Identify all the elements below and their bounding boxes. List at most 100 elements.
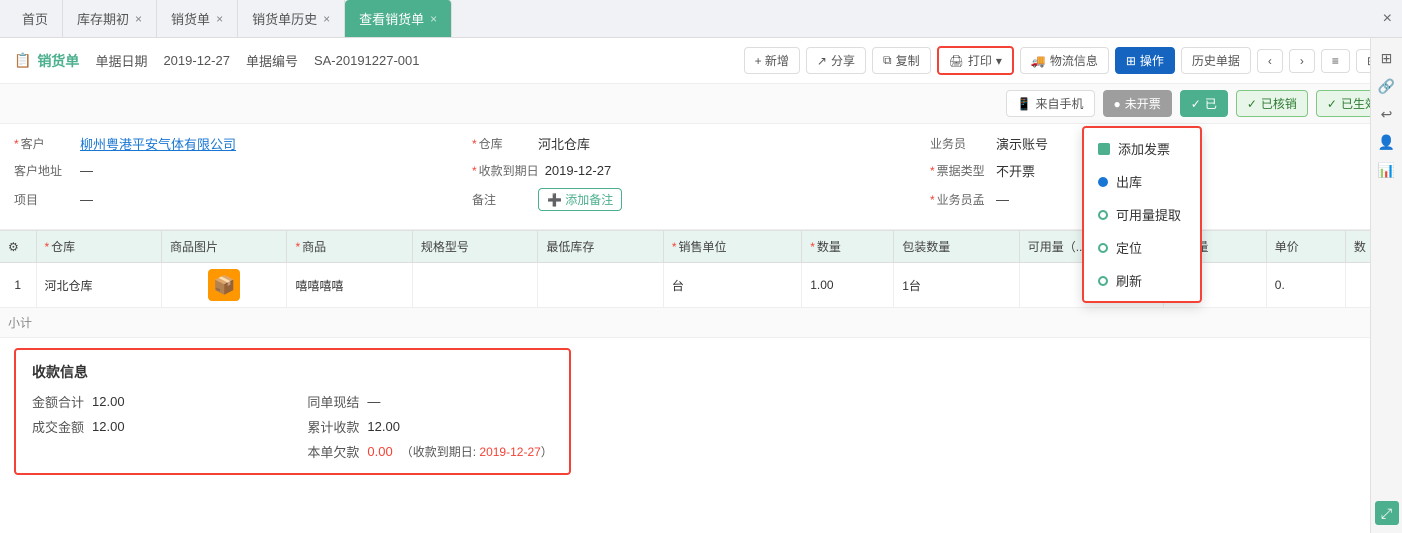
side-btn-4[interactable]: 👤 bbox=[1375, 130, 1399, 154]
ticket-icon: ● bbox=[1114, 97, 1121, 111]
tab-sales-history[interactable]: 销货单历史 × bbox=[238, 0, 345, 37]
tab-inventory-close[interactable]: × bbox=[135, 12, 142, 26]
locate-icon bbox=[1098, 243, 1108, 253]
td-qty: 1.00 bbox=[802, 263, 894, 308]
td-unit-price: 0. bbox=[1266, 263, 1345, 308]
same-order-value: — bbox=[367, 394, 380, 409]
window-close-button[interactable]: × bbox=[1383, 10, 1392, 28]
refresh-label: 刷新 bbox=[1116, 271, 1142, 290]
dropdown-available-qty[interactable]: 可用量提取 bbox=[1084, 198, 1200, 231]
view-grid-button[interactable]: ≡ bbox=[1321, 49, 1350, 73]
tab-sales-close[interactable]: × bbox=[216, 12, 223, 26]
address-value: — bbox=[80, 163, 93, 178]
project-label: 项目 bbox=[14, 191, 74, 208]
td-seq: 1 bbox=[0, 263, 36, 308]
doc-meta: 单据日期 2019-12-27 单据编号 SA-20191227-001 bbox=[95, 51, 419, 70]
tab-view-sales[interactable]: 查看销货单 × bbox=[345, 0, 452, 37]
locate-label: 定位 bbox=[1116, 238, 1142, 257]
tab-sales[interactable]: 销货单 × bbox=[157, 0, 238, 37]
customer-value[interactable]: 柳州粤港平安气体有限公司 bbox=[80, 134, 236, 153]
tab-sales-history-close[interactable]: × bbox=[323, 12, 330, 26]
dropdown-add-invoice[interactable]: 添加发票 bbox=[1084, 132, 1200, 165]
due-field: 本单欠款 0.00 （收款到期日: 2019-12-27） bbox=[307, 442, 552, 461]
payment-fields: 金额合计 12.00 同单现结 — 成交金额 12.00 累计收款 12.00 bbox=[32, 392, 553, 461]
ops-button[interactable]: ⊞ 操作 bbox=[1115, 47, 1175, 74]
th-settings[interactable]: ⚙ bbox=[0, 231, 36, 263]
mobile-icon: 📱 bbox=[1017, 97, 1032, 111]
copy-button[interactable]: ⧉ 复制 bbox=[872, 47, 931, 74]
new-button[interactable]: + 新增 bbox=[744, 47, 800, 74]
dropdown-outbound[interactable]: 出库 bbox=[1084, 165, 1200, 198]
address-field: 客户地址 — bbox=[14, 162, 472, 179]
tab-home[interactable]: 首页 bbox=[8, 0, 63, 37]
th-min-stock: 最低库存 bbox=[538, 231, 663, 263]
due-value: 0.00 bbox=[367, 444, 392, 459]
copy-icon: ⧉ bbox=[883, 53, 892, 68]
side-btn-1[interactable]: ⊞ bbox=[1375, 46, 1399, 70]
due-date-label: 收款到期日 bbox=[472, 162, 539, 179]
td-product: 嘻嘻嘻嘻 bbox=[287, 263, 412, 308]
cumulative-value: 12.00 bbox=[367, 419, 400, 434]
th-product: 商品 bbox=[287, 231, 412, 263]
logistics-button[interactable]: 🚚 物流信息 bbox=[1020, 47, 1109, 74]
td-pack-qty: 1台 bbox=[894, 263, 1019, 308]
print-dropdown-icon: ▾ bbox=[996, 54, 1002, 68]
from-mobile-button[interactable]: 📱 来自手机 bbox=[1006, 90, 1095, 117]
customer-label: 客户 bbox=[14, 135, 74, 152]
staff2-value: — bbox=[996, 192, 1009, 207]
check-icon: ✓ bbox=[1191, 97, 1201, 111]
no-label: 单据编号 bbox=[246, 51, 298, 70]
confirm-button[interactable]: ✓ 已 bbox=[1180, 90, 1228, 117]
side-panel: ⊞ 🔗 ↩ 👤 📊 ⤢ bbox=[1370, 38, 1402, 533]
add-note-button[interactable]: ➕ 添加备注 bbox=[538, 188, 622, 211]
td-image: 📦 bbox=[161, 263, 286, 308]
staff2-label: 业务员孟 bbox=[930, 191, 990, 208]
tab-view-sales-close[interactable]: × bbox=[430, 12, 437, 26]
td-warehouse: 河北仓库 bbox=[36, 263, 161, 308]
share-icon: ↗ bbox=[817, 54, 827, 68]
address-label: 客户地址 bbox=[14, 162, 74, 179]
cumulative-field: 累计收款 12.00 bbox=[307, 417, 552, 436]
side-btn-5[interactable]: 📊 bbox=[1375, 158, 1399, 182]
total-amount-value: 12.00 bbox=[92, 394, 125, 409]
side-btn-2[interactable]: 🔗 bbox=[1375, 74, 1399, 98]
tab-bar: 首页 库存期初 × 销货单 × 销货单历史 × 查看销货单 × × bbox=[0, 0, 1402, 38]
history-button[interactable]: 历史单据 bbox=[1181, 47, 1251, 74]
dropdown-locate[interactable]: 定位 bbox=[1084, 231, 1200, 264]
share-button[interactable]: ↗ 分享 bbox=[806, 47, 866, 74]
sold-button[interactable]: ✓ 已核销 bbox=[1236, 90, 1308, 117]
available-qty-icon bbox=[1098, 210, 1108, 220]
subtotal-row: 小计 bbox=[0, 308, 1402, 338]
warehouse-field: 仓库 河北仓库 bbox=[472, 134, 930, 153]
doc-header: 📋 销货单 单据日期 2019-12-27 单据编号 SA-20191227-0… bbox=[0, 38, 1402, 84]
tab-inventory[interactable]: 库存期初 × bbox=[63, 0, 157, 37]
prev-button[interactable]: ‹ bbox=[1257, 49, 1283, 73]
staff-label: 业务员 bbox=[930, 135, 990, 152]
ops-icon: ⊞ bbox=[1126, 54, 1136, 68]
effective-icon: ✓ bbox=[1327, 97, 1337, 111]
date-value: 2019-12-27 bbox=[163, 53, 230, 68]
not-open-button[interactable]: ● 未开票 bbox=[1103, 90, 1172, 117]
ticket-type-label: 票据类型 bbox=[930, 162, 990, 179]
td-spec bbox=[412, 263, 537, 308]
same-order-field: 同单现结 — bbox=[307, 392, 552, 411]
total-amount-field: 金额合计 12.00 bbox=[32, 392, 277, 411]
print-button[interactable]: 🖨 打印 ▾ bbox=[937, 46, 1014, 75]
staff-value: 演示账号 bbox=[996, 134, 1048, 153]
date-label: 单据日期 bbox=[95, 51, 147, 70]
th-warehouse: 仓库 bbox=[36, 231, 161, 263]
bottom-section: 收款信息 金额合计 12.00 同单现结 — 成交金额 12.00 bbox=[0, 338, 1402, 485]
side-btn-3[interactable]: ↩ bbox=[1375, 102, 1399, 126]
due-date-value: 2019-12-27 bbox=[545, 163, 612, 178]
next-button[interactable]: › bbox=[1289, 49, 1315, 73]
td-unit: 台 bbox=[663, 263, 801, 308]
dropdown-refresh[interactable]: 刷新 bbox=[1084, 264, 1200, 297]
warehouse-label: 仓库 bbox=[472, 135, 532, 152]
same-order-label: 同单现结 bbox=[307, 392, 359, 411]
side-btn-expand[interactable]: ⤢ bbox=[1375, 501, 1399, 525]
refresh-icon bbox=[1098, 276, 1108, 286]
due-date-field: 收款到期日 2019-12-27 bbox=[472, 162, 930, 179]
payment-box: 收款信息 金额合计 12.00 同单现结 — 成交金额 12.00 bbox=[14, 348, 571, 475]
payment-title: 收款信息 bbox=[32, 362, 553, 382]
dropdown-menu: 添加发票 出库 可用量提取 定位 刷新 bbox=[1082, 126, 1202, 303]
